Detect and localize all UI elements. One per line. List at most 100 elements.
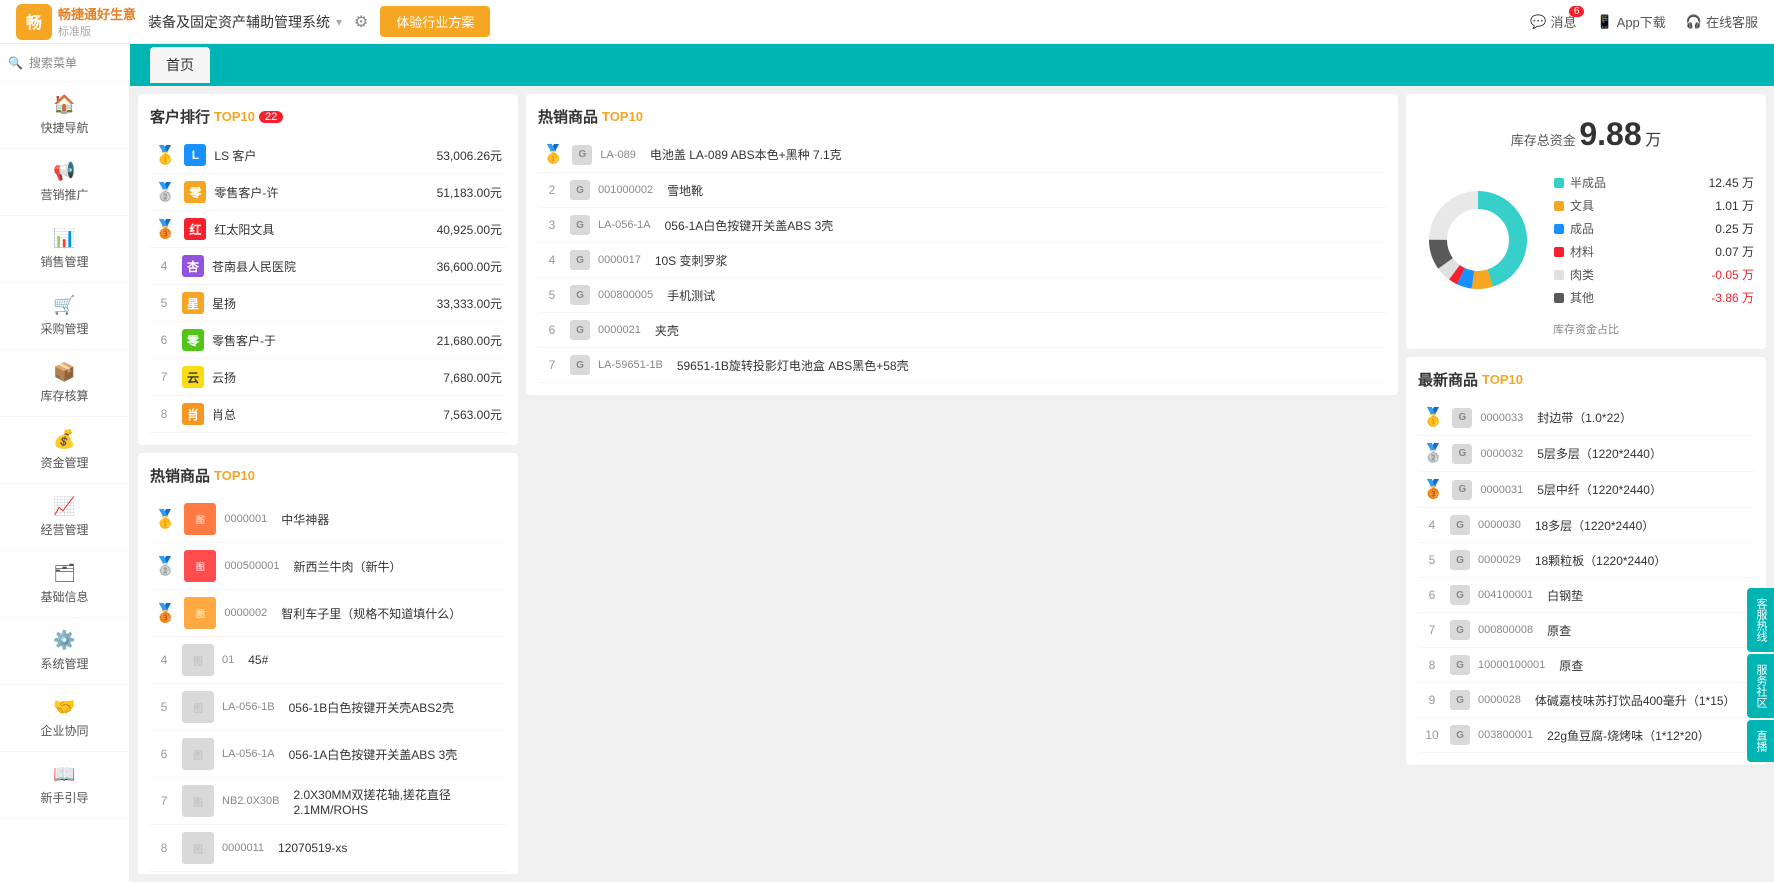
legend-item: 肉类 -0.05 万	[1554, 263, 1754, 286]
legend-name: 成品	[1570, 220, 1594, 237]
product-badge: G	[1452, 444, 1472, 464]
content-area: 首页 客户排行 TOP10 22 🥇 L LS 客户	[130, 44, 1774, 882]
sidebar: 🔍 搜索菜单 🏠 快捷导航 📢 营销推广 📊 销售管理 🛒 采购管理 📦 库存核…	[0, 44, 130, 882]
settings-icon[interactable]: ⚙	[354, 12, 368, 32]
product-code: 0000033	[1480, 412, 1523, 424]
product-name: 封边带（1.0*22）	[1537, 409, 1632, 426]
list-item: 5 G 0000029 18颗粒板（1220*2440）	[1418, 543, 1754, 578]
legend-val: 0.25 万	[1715, 220, 1754, 237]
sidebar-item-basic-info[interactable]: 🗂 基础信息	[0, 551, 129, 618]
list-item: 8 图 0000011 12070519-xs	[150, 825, 506, 872]
sidebar-item-quick-nav[interactable]: 🏠 快捷导航	[0, 82, 129, 149]
product-name: 056-1A白色按键开关盖ABS 3壳	[289, 746, 458, 763]
product-name: 18多层（1220*2440）	[1535, 517, 1654, 534]
floating-buttons: 客服热线 服务社区 直播	[1747, 588, 1774, 762]
customer-badge-icon: 杏	[182, 255, 204, 277]
sidebar-item-cooperation[interactable]: 🤝 企业协同	[0, 685, 129, 752]
medal-icon: 🥈	[1422, 443, 1444, 464]
legend-val: 12.45 万	[1709, 174, 1754, 191]
product-thumbnail: 图	[184, 550, 216, 582]
product-name: 10S 变刺罗浆	[655, 252, 728, 269]
inventory-total: 库存总资金 9.88 万	[1418, 106, 1754, 163]
product-badge: G	[1450, 690, 1470, 710]
medal-icon: 🥇	[1422, 407, 1444, 428]
list-item: 7 图 NB2.0X30B 2.0X30MM双搓花轴,搓花直径2.1MM/ROH…	[150, 778, 506, 825]
list-item: 7 G 000800008 原查	[1418, 613, 1754, 648]
legend-item: 成品 0.25 万	[1554, 217, 1754, 240]
svg-text:畅: 畅	[26, 13, 42, 32]
main-layout: 🔍 搜索菜单 🏠 快捷导航 📢 营销推广 📊 销售管理 🛒 采购管理 📦 库存核…	[0, 44, 1774, 882]
message-icon: 💬	[1530, 14, 1546, 30]
product-thumbnail: 图	[182, 691, 214, 723]
customer-name: 零售客户-许	[214, 184, 428, 201]
medal-icon: 🥉	[154, 603, 176, 624]
trial-button[interactable]: 体验行业方案	[380, 6, 490, 37]
trending-icon: 📈	[53, 496, 75, 517]
legend-dot	[1554, 270, 1564, 280]
sidebar-item-inventory[interactable]: 📦 库存核算	[0, 350, 129, 417]
customer-name: 苍南县人民医院	[212, 258, 429, 275]
product-code: NB2.0X30B	[222, 795, 279, 807]
medal-icon: 🥇	[542, 144, 564, 165]
product-code: 000800008	[1478, 624, 1533, 636]
cart-icon: 🛒	[53, 295, 75, 316]
header-left: 畅 畅捷通好生意 标准版 装备及固定资产辅助管理系统 ▾ ⚙ 体验行业方案	[16, 4, 490, 40]
customer-value: 33,333.00元	[437, 295, 502, 312]
customer-service-button[interactable]: 客服热线	[1747, 588, 1774, 652]
legend-dot	[1554, 224, 1564, 234]
live-button[interactable]: 直播	[1747, 720, 1774, 762]
inventory-total-label: 库存总资金	[1511, 133, 1576, 148]
top-selling-middle-list: 🥇 G LA-089 电池盖 LA-089 ABS本色+黑种 7.1克 2 G …	[538, 137, 1386, 383]
product-code: 01	[222, 654, 234, 666]
app-download-button[interactable]: 📱 App下载	[1596, 12, 1665, 31]
top-selling-middle-header: 热销商品 TOP10	[538, 106, 1386, 127]
list-item: 🥉 红 红太阳文具 40,925.00元	[150, 211, 506, 248]
customer-ranking-header: 客户排行 TOP10 22	[150, 106, 506, 127]
customer-name: 云扬	[212, 369, 435, 386]
message-badge: 6	[1569, 6, 1585, 17]
legend-name: 其他	[1570, 289, 1594, 306]
top-header: 畅 畅捷通好生意 标准版 装备及固定资产辅助管理系统 ▾ ⚙ 体验行业方案 💬 …	[0, 0, 1774, 44]
product-name: 手机测试	[667, 287, 715, 304]
inventory-total-unit: 万	[1645, 132, 1661, 149]
legend-name: 肉类	[1570, 266, 1594, 283]
legend-dot	[1554, 201, 1564, 211]
community-button[interactable]: 服务社区	[1747, 654, 1774, 718]
messages-button[interactable]: 💬 消息 6	[1530, 12, 1576, 31]
chevron-down-icon[interactable]: ▾	[336, 15, 342, 29]
list-item: 🥈 图 000500001 新西兰牛肉（新牛）	[150, 543, 506, 590]
search-menu[interactable]: 🔍 搜索菜单	[0, 44, 129, 82]
sidebar-item-finance[interactable]: 💰 资金管理	[0, 417, 129, 484]
online-service-button[interactable]: 🎧 在线客服	[1686, 12, 1758, 31]
customer-badge-icon: 零	[182, 329, 204, 351]
product-badge: G	[1450, 550, 1470, 570]
product-name: 5层多层（1220*2440）	[1537, 445, 1662, 462]
customer-value: 7,680.00元	[443, 369, 502, 386]
product-code: 0000031	[1480, 484, 1523, 496]
product-code: LA-056-1A	[222, 748, 275, 760]
headset-icon: 🎧	[1686, 14, 1702, 30]
sidebar-item-system[interactable]: ⚙️ 系统管理	[0, 618, 129, 685]
product-name: 22g鱼豆腐-烧烤味（1*12*20）	[1547, 727, 1710, 744]
legend-dot	[1554, 293, 1564, 303]
legend-val: 0.07 万	[1715, 243, 1754, 260]
list-item: 9 G 0000028 体碱嘉枝味苏打饮品400毫升（1*15）	[1418, 683, 1754, 718]
handshake-icon: 🤝	[53, 697, 75, 718]
product-badge: G	[1450, 725, 1470, 745]
product-name: 056-1A白色按键开关盖ABS 3壳	[665, 217, 834, 234]
tab-home[interactable]: 首页	[150, 47, 210, 83]
product-thumbnail: 图	[182, 644, 214, 676]
product-code: 004100001	[1478, 589, 1533, 601]
product-code: LA-089	[600, 149, 635, 161]
sidebar-item-marketing[interactable]: 📢 营销推广	[0, 149, 129, 216]
medal-icon: 🥈	[154, 182, 176, 203]
product-code: 0000030	[1478, 519, 1521, 531]
sidebar-item-operations[interactable]: 📈 经营管理	[0, 484, 129, 551]
sidebar-item-guide[interactable]: 📖 新手引导	[0, 752, 129, 819]
customer-badge-icon: L	[184, 144, 206, 166]
middle-column: 热销商品 TOP10 🥇 G LA-089 电池盖 LA-089 ABS本色+黑…	[526, 94, 1398, 874]
sidebar-item-sales[interactable]: 📊 销售管理	[0, 216, 129, 283]
list-item: 4 G 0000030 18多层（1220*2440）	[1418, 508, 1754, 543]
product-thumbnail: 图	[184, 503, 216, 535]
sidebar-item-purchase[interactable]: 🛒 采购管理	[0, 283, 129, 350]
